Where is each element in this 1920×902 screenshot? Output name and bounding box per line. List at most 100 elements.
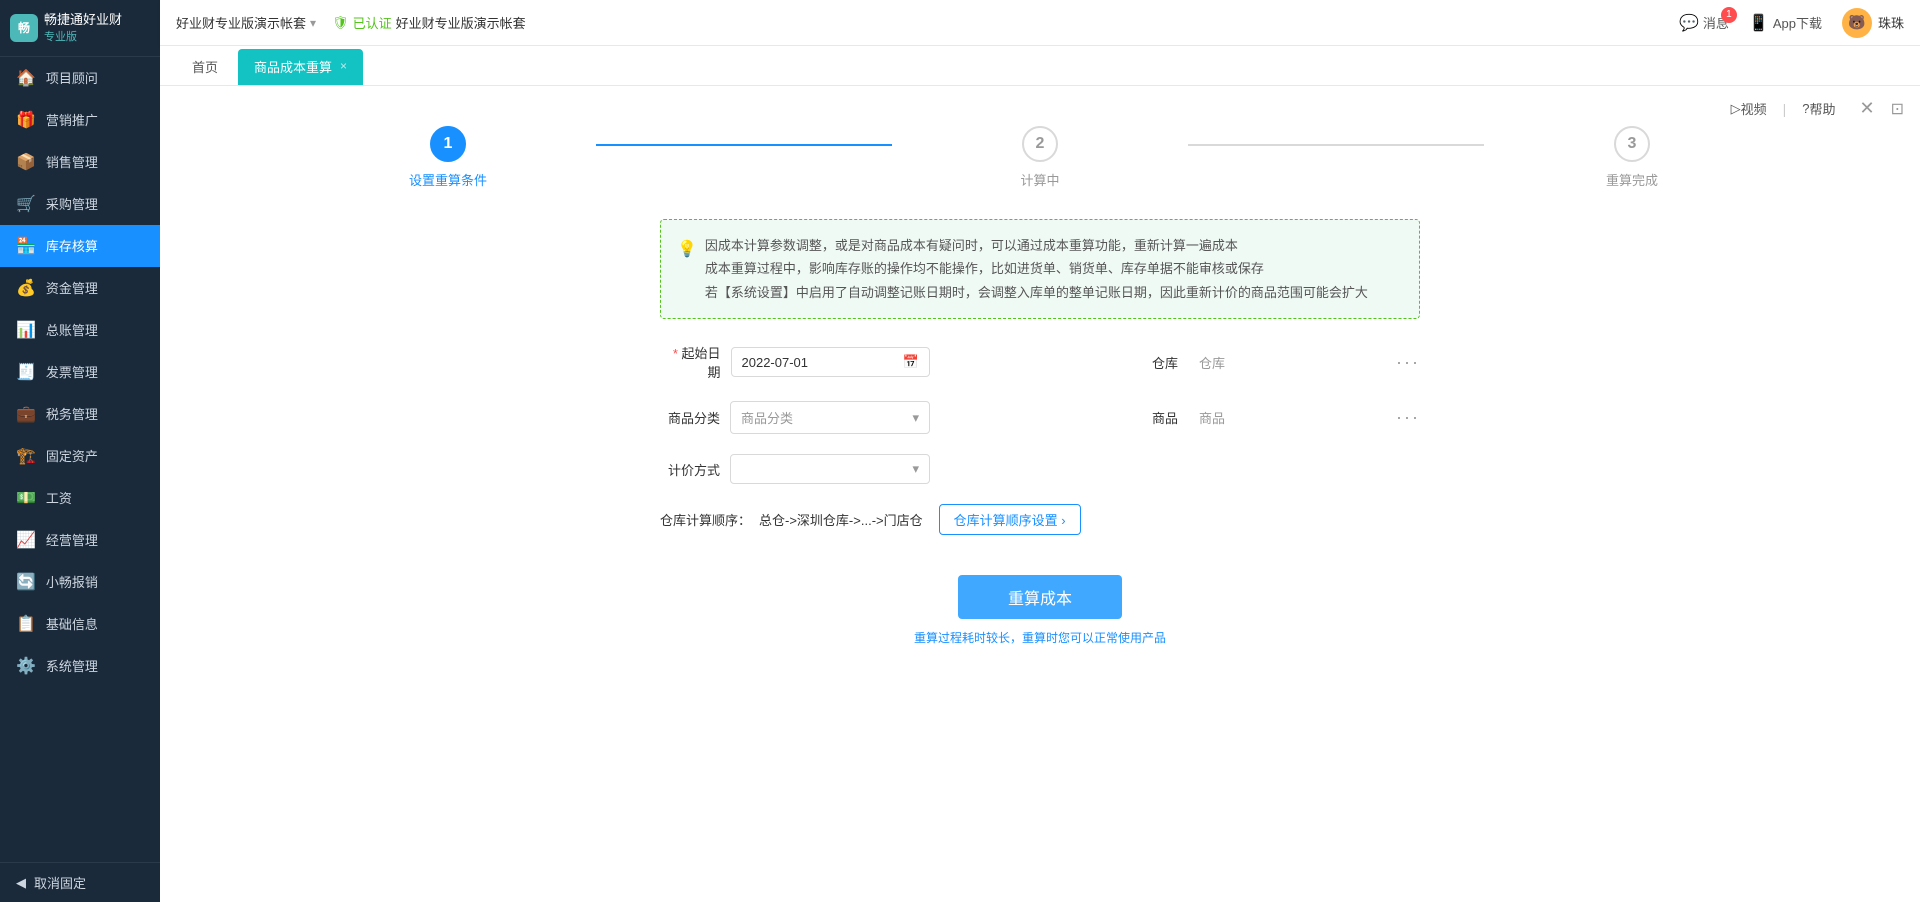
sidebar-item-base[interactable]: 📋基础信息: [0, 603, 160, 645]
system-icon: ⚙️: [16, 656, 36, 676]
app-download-btn[interactable]: 📱 App下载: [1749, 13, 1822, 33]
content-area: ▷ 视频 | ? 帮助 ✕ ⊡ 1 设置重算条件 2 计算中 3: [160, 86, 1920, 902]
sidebar-item-label: 项目顾问: [46, 68, 98, 87]
help-label: 帮助: [1809, 99, 1835, 118]
unpin-icon: ◀: [16, 875, 26, 891]
sidebar-item-label: 发票管理: [46, 362, 98, 381]
sidebar-item-project[interactable]: 🏠 项目顾问: [0, 57, 160, 99]
steps: 1 设置重算条件 2 计算中 3 重算完成: [200, 126, 1880, 189]
sales-icon: 📦: [16, 152, 36, 172]
video-btn[interactable]: ▷ 视频: [1731, 99, 1767, 118]
finance-icon: 💰: [16, 278, 36, 298]
calc-order-label: 仓库计算顺序：: [660, 510, 751, 529]
assets-icon: 🏗️: [16, 446, 36, 466]
sidebar-item-accounting[interactable]: 📊 总账管理: [0, 309, 160, 351]
start-date-input[interactable]: 2022-07-01 📅: [731, 347, 930, 377]
sidebar-item-inventory[interactable]: 🏪 库存核算: [0, 225, 160, 267]
price-method-dropdown-icon: ▾: [912, 461, 919, 477]
sidebar-item-finance[interactable]: 💰资金管理: [0, 267, 160, 309]
calendar-icon[interactable]: 📅: [903, 354, 919, 370]
sidebar-item-operations[interactable]: 📈经营管理: [0, 519, 160, 561]
invoice-icon: 🧾: [16, 362, 36, 382]
product-input[interactable]: 商品: [1188, 401, 1388, 434]
account-name: 好业财专业版演示帐套: [176, 13, 306, 32]
category-select[interactable]: 商品分类 ▾: [730, 401, 930, 434]
content-toolbar: ▷ 视频 | ? 帮助 ✕ ⊡: [1731, 98, 1904, 119]
tabs-bar: 首页 商品成本重算 ×: [160, 46, 1920, 86]
sidebar-item-label: 营销推广: [46, 110, 98, 129]
certified-label: 已认证: [353, 13, 392, 32]
form-field-warehouse: 仓库 仓库 ···: [1118, 346, 1420, 379]
sidebar-item-purchase[interactable]: 🛒采购管理: [0, 183, 160, 225]
warehouse-input[interactable]: 仓库: [1188, 346, 1388, 379]
close-btn[interactable]: ✕: [1860, 98, 1875, 119]
account-dropdown-icon: ▾: [310, 16, 316, 30]
payroll-icon: 💵: [16, 488, 36, 508]
sidebar-item-sales[interactable]: 📦销售管理: [0, 141, 160, 183]
price-method-select[interactable]: ▾: [730, 454, 930, 484]
help-btn[interactable]: ? 帮助: [1802, 99, 1835, 118]
tab-cost-recalc[interactable]: 商品成本重算 ×: [238, 49, 363, 85]
topbar: 好业财专业版演示帐套 ▾ 🛡 已认证 好业财专业版演示帐套 💬 消息 1 📱 A…: [160, 0, 1920, 46]
certified-name: 好业财专业版演示帐套: [396, 13, 526, 32]
sidebar-item-system[interactable]: ⚙️系统管理: [0, 645, 160, 687]
play-icon: ▷: [1731, 101, 1741, 117]
user-profile[interactable]: 🐻 珠珠: [1842, 8, 1904, 38]
divider: |: [1783, 101, 1787, 117]
phone-icon: 📱: [1749, 13, 1769, 33]
sidebar: 畅 畅捷通好业财 专业版 🏠项目顾问🎁营销推广📦销售管理🛒采购管理🏪库存核算💰资…: [0, 0, 160, 902]
product-placeholder: 商品: [1199, 408, 1225, 427]
sidebar-item-label: 小畅报销: [46, 572, 98, 591]
tab-cost-recalc-label: 商品成本重算: [254, 57, 332, 76]
calc-order-value: 总仓->深圳仓库->...->门店仓: [759, 510, 923, 529]
warehouse-placeholder: 仓库: [1199, 353, 1225, 372]
message-btn[interactable]: 💬 消息 1: [1679, 13, 1729, 33]
sidebar-unpin-label: 取消固定: [34, 873, 86, 892]
sidebar-item-invoice[interactable]: 🧾 发票管理: [0, 351, 160, 393]
username: 珠珠: [1878, 13, 1904, 32]
sidebar-unpin[interactable]: ◀ 取消固定: [0, 862, 160, 902]
sidebar-item-payroll[interactable]: 💵 工资: [0, 477, 160, 519]
video-label: 视频: [1741, 99, 1767, 118]
submit-btn[interactable]: 重算成本: [958, 575, 1122, 619]
sidebar-item-expense[interactable]: 🔄 小畅报销: [0, 561, 160, 603]
main-area: 好业财专业版演示帐套 ▾ 🛡 已认证 好业财专业版演示帐套 💬 消息 1 📱 A…: [160, 0, 1920, 902]
step-2-circle: 2: [1022, 126, 1058, 162]
product-label: 商品: [1118, 408, 1178, 427]
tab-close-icon[interactable]: ×: [340, 59, 347, 73]
inventory-icon: 🏪: [16, 236, 36, 256]
sidebar-item-assets[interactable]: 🏗️ 固定资产: [0, 435, 160, 477]
logo-text: 畅捷通好业财 专业版: [44, 12, 122, 44]
notice-content: 因成本计算参数调整，或是对商品成本有疑问时，可以通过成本重算功能，重新计算一遍成…: [705, 234, 1368, 304]
account-selector[interactable]: 好业财专业版演示帐套 ▾: [176, 13, 316, 32]
sidebar-item-label: 固定资产: [46, 446, 98, 465]
sidebar-item-label: 经营管理: [46, 530, 98, 549]
form-row-2: 商品分类 商品分类 ▾ 商品 商品 ···: [660, 401, 1420, 434]
expand-btn[interactable]: ⊡: [1891, 99, 1904, 119]
sidebar-item-marketing[interactable]: 🎁营销推广: [0, 99, 160, 141]
form-section: 起始日期 2022-07-01 📅 仓库 仓库 ···: [660, 343, 1420, 646]
category-label: 商品分类: [660, 408, 720, 427]
sidebar-item-label: 工资: [46, 488, 72, 507]
sidebar-item-label: 总账管理: [46, 320, 98, 339]
calc-order-btn-label: 仓库计算顺序设置 ›: [954, 510, 1066, 529]
step-line-2: [1188, 144, 1484, 146]
sidebar-item-label: 采购管理: [46, 194, 98, 213]
expense-icon: 🔄: [16, 572, 36, 592]
warehouse-more-btn[interactable]: ···: [1396, 352, 1420, 373]
form-field-category: 商品分类 商品分类 ▾: [660, 401, 930, 434]
category-placeholder: 商品分类: [741, 408, 793, 427]
sidebar-item-tax[interactable]: 💼税务管理: [0, 393, 160, 435]
project-icon: 🏠: [16, 68, 36, 88]
message-icon: 💬: [1679, 13, 1699, 33]
topbar-actions: 💬 消息 1 📱 App下载 🐻 珠珠: [1679, 8, 1904, 38]
sidebar-item-label: 库存核算: [46, 236, 98, 255]
accounting-icon: 📊: [16, 320, 36, 340]
notice-icon: 💡: [677, 236, 697, 304]
calc-order-btn[interactable]: 仓库计算顺序设置 ›: [939, 504, 1081, 535]
tab-home[interactable]: 首页: [176, 49, 234, 85]
notification-badge: 1: [1721, 7, 1737, 23]
start-date-value: 2022-07-01: [742, 355, 809, 370]
product-more-btn[interactable]: ···: [1396, 407, 1420, 428]
notice-line-3: 若【系统设置】中启用了自动调整记账日期时，会调整入库单的整单记账日期，因此重新计…: [705, 281, 1368, 304]
